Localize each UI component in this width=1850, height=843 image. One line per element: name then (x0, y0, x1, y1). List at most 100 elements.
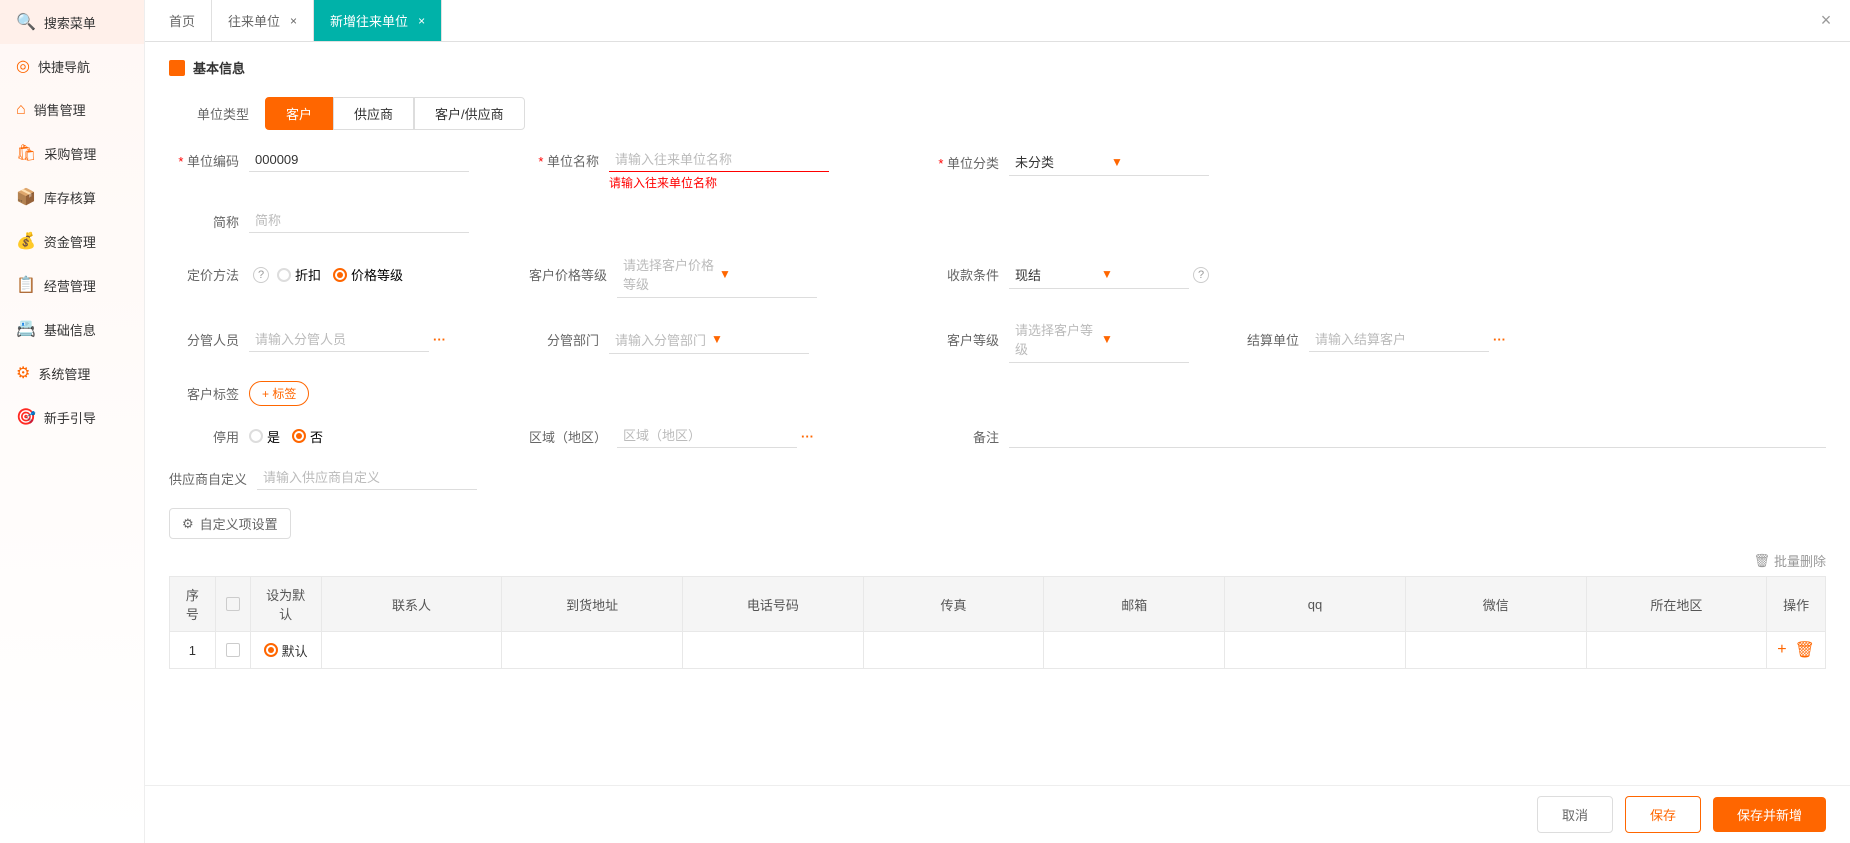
region-more-btn[interactable]: ··· (797, 429, 818, 444)
department-select[interactable]: 请输入分管部门 ▼ (609, 326, 809, 354)
row-default-radio[interactable] (264, 643, 278, 657)
pricing-discount-radio[interactable] (277, 268, 291, 282)
tab-partner-close[interactable]: × (290, 14, 297, 28)
customer-level-select[interactable]: 请选择客户等级 ▼ (1009, 316, 1189, 363)
sidebar-item-search[interactable]: 🔍 搜索菜单 (0, 0, 144, 44)
disabled-no-option[interactable]: 否 (292, 427, 323, 446)
newbie-icon: 🎯 (16, 407, 36, 427)
custom-settings-label: 自定义项设置 (200, 514, 278, 533)
pricing-discount-option[interactable]: 折扣 (277, 265, 321, 284)
settlement-unit-more-btn[interactable]: ··· (1489, 332, 1510, 347)
row-fax-input[interactable] (874, 643, 1034, 658)
unit-code-input[interactable] (249, 148, 469, 172)
sidebar-item-sales[interactable]: ⌂ 销售管理 (0, 88, 144, 131)
manager-more-btn[interactable]: ··· (429, 332, 450, 347)
col-seq: 序号 (170, 577, 216, 632)
row-wechat-input[interactable] (1416, 643, 1576, 658)
disabled-no-label: 否 (310, 427, 323, 446)
row-location-input[interactable] (1597, 643, 1757, 658)
row-add-btn[interactable]: + (1777, 641, 1786, 659)
disabled-no-radio[interactable] (292, 429, 306, 443)
col-address: 到货地址 (502, 577, 683, 632)
sidebar-item-quicknav[interactable]: ◎ 快捷导航 (0, 44, 144, 88)
sidebar: 🔍 搜索菜单 ◎ 快捷导航 ⌂ 销售管理 🛍 采购管理 📦 库存核算 💰 资金管… (0, 0, 145, 843)
tab-partner-label: 往来单位 (228, 11, 280, 30)
add-tag-button[interactable]: + 标签 (249, 381, 309, 406)
remark-input[interactable] (1009, 424, 1826, 448)
row-default: 默认 (250, 632, 321, 669)
unit-btn-supplier[interactable]: 供应商 (333, 97, 414, 130)
col-ops: 操作 (1767, 577, 1826, 632)
tab-new-partner-close[interactable]: × (418, 14, 425, 28)
remark-label: 备注 (929, 427, 1009, 446)
table-row: 1 默认 (170, 632, 1826, 669)
sidebar-item-purchase[interactable]: 🛍 采购管理 (0, 131, 144, 175)
field-pricing: 定价方法 ? 折扣 价格等级 (169, 265, 529, 284)
tab-new-partner[interactable]: 新增往来单位 × (314, 0, 442, 41)
finance-icon: 💰 (16, 231, 36, 251)
row-fax (863, 632, 1044, 669)
sidebar-label-basic: 基础信息 (44, 320, 96, 339)
unit-name-input[interactable] (609, 148, 829, 172)
section-icon (169, 60, 185, 76)
row-checkbox-cell (215, 632, 250, 669)
row-unit-info: 单位编码 单位名称 请输入往来单位名称 单位分类 未分类 ▼ (169, 148, 1826, 191)
department-placeholder: 请输入分管部门 (615, 330, 707, 349)
disabled-yes-radio[interactable] (249, 429, 263, 443)
pricing-level-label: 价格等级 (351, 265, 403, 284)
row-email-input[interactable] (1054, 643, 1214, 658)
payment-terms-help-icon[interactable]: ? (1193, 267, 1209, 283)
tab-partner[interactable]: 往来单位 × (212, 0, 314, 41)
row-checkbox[interactable] (226, 643, 240, 657)
field-unit-code: 单位编码 (169, 148, 529, 172)
window-close-button[interactable]: × (1810, 5, 1842, 37)
payment-terms-select[interactable]: 现结 ▼ (1009, 261, 1189, 289)
field-region: 区域（地区） ··· (529, 424, 929, 448)
row-address-input[interactable] (512, 643, 672, 658)
basic-icon: 📇 (16, 319, 36, 339)
field-customer-price-level: 客户价格等级 请选择客户价格等级 ▼ (529, 251, 929, 298)
row-delete-btn[interactable]: 🗑 (1795, 640, 1815, 660)
sidebar-item-operations[interactable]: 📋 经营管理 (0, 263, 144, 307)
field-alias: 简称 (169, 209, 529, 233)
sidebar-item-basic[interactable]: 📇 基础信息 (0, 307, 144, 351)
sidebar-item-newbie[interactable]: 🎯 新手引导 (0, 395, 144, 439)
field-unit-category: 单位分类 未分类 ▼ (929, 148, 1289, 176)
col-qq: qq (1225, 577, 1406, 632)
row-qq-input[interactable] (1235, 643, 1395, 658)
select-all-checkbox[interactable] (226, 597, 240, 611)
row-customer-tag: 客户标签 + 标签 (169, 381, 1826, 406)
pricing-help-icon[interactable]: ? (253, 267, 269, 283)
unit-code-label: 单位编码 (169, 151, 249, 170)
save-new-button[interactable]: 保存并新增 (1713, 797, 1826, 832)
unit-btn-customer[interactable]: 客户 (265, 97, 333, 130)
manager-input[interactable] (249, 328, 429, 352)
sidebar-item-inventory[interactable]: 📦 库存核算 (0, 175, 144, 219)
row-phone-input[interactable] (693, 643, 853, 658)
alias-input[interactable] (249, 209, 469, 233)
pricing-level-radio[interactable] (333, 268, 347, 282)
batch-delete-btn[interactable]: 🗑 批量删除 (1753, 551, 1826, 570)
customer-level-arrow: ▼ (1101, 332, 1183, 346)
settlement-unit-input[interactable] (1309, 328, 1489, 352)
settlement-unit-label: 结算单位 (1229, 330, 1309, 349)
row-contact-input[interactable] (332, 643, 492, 658)
tab-home[interactable]: 首页 (153, 0, 212, 41)
unit-btn-both[interactable]: 客户/供应商 (414, 97, 525, 130)
pricing-label: 定价方法 (169, 265, 249, 284)
region-input[interactable] (617, 424, 797, 448)
unit-category-select[interactable]: 未分类 ▼ (1009, 148, 1209, 176)
save-button[interactable]: 保存 (1625, 796, 1701, 833)
supplier-custom-input[interactable] (257, 466, 477, 490)
custom-settings-button[interactable]: ⚙ 自定义项设置 (169, 508, 291, 539)
payment-terms-value: 现结 (1015, 265, 1097, 284)
table-header-row: 序号 设为默认 联系人 到货地址 电话号码 传真 邮箱 qq 微信 所在地区 操… (170, 577, 1826, 632)
sidebar-item-finance[interactable]: 💰 资金管理 (0, 219, 144, 263)
col-fax: 传真 (863, 577, 1044, 632)
tab-bar: 首页 往来单位 × 新增往来单位 × × (145, 0, 1850, 42)
customer-price-level-select[interactable]: 请选择客户价格等级 ▼ (617, 251, 817, 298)
disabled-yes-option[interactable]: 是 (249, 427, 280, 446)
sidebar-item-system[interactable]: ⚙ 系统管理 (0, 351, 144, 395)
pricing-level-option[interactable]: 价格等级 (333, 265, 403, 284)
cancel-button[interactable]: 取消 (1537, 796, 1613, 833)
